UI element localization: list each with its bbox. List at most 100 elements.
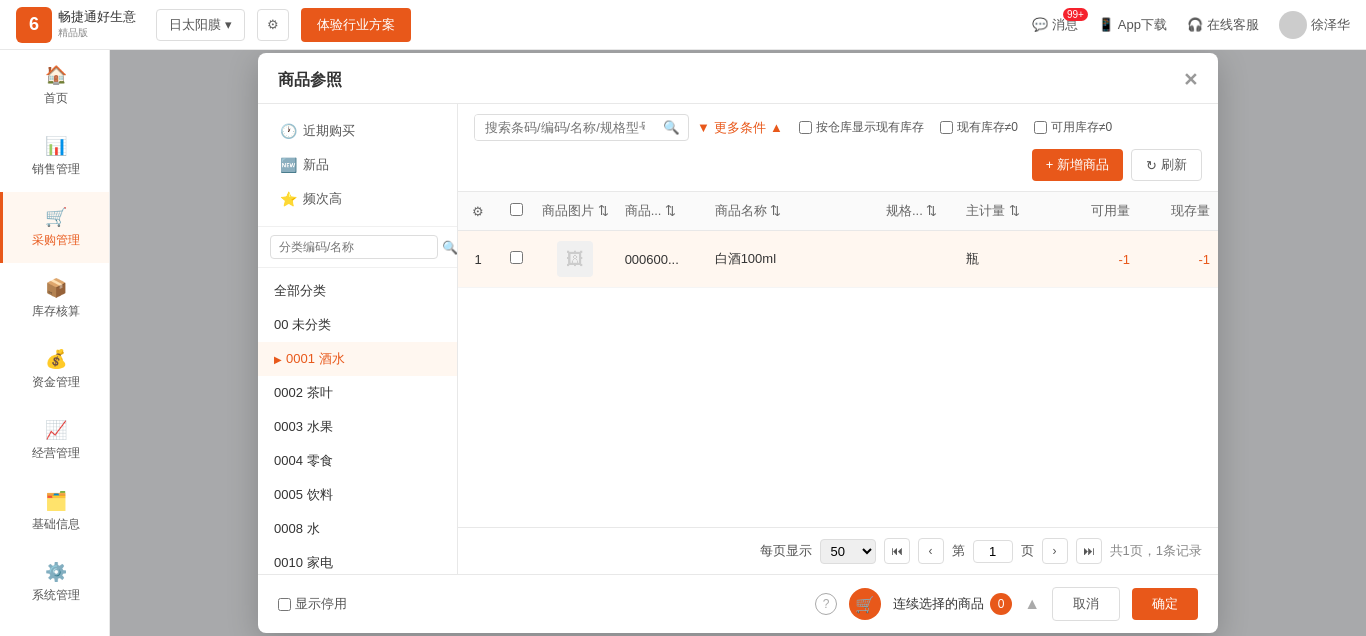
sidebar-item-basic-info[interactable]: 🗂️ 基础信息	[0, 476, 109, 547]
refresh-label: 刷新	[1161, 156, 1187, 174]
cell-unit: 瓶	[958, 231, 1038, 288]
sidebar-item-purchase[interactable]: 🛒 采购管理	[0, 192, 109, 263]
sidebar-item-finance[interactable]: 💰 资金管理	[0, 334, 109, 405]
cell-spec	[878, 231, 958, 288]
sidebar-item-sales[interactable]: 📊 销售管理	[0, 121, 109, 192]
th-image[interactable]: 商品图片 ⇅	[534, 192, 617, 231]
page-number-input[interactable]	[973, 540, 1013, 563]
th-stock[interactable]: 现存量	[1138, 192, 1218, 231]
th-code-label: 商品...	[625, 203, 662, 218]
checkbox-current-stock[interactable]: 现有库存≠0	[940, 119, 1018, 136]
sidebar-label-business: 经营管理	[32, 445, 80, 462]
th-unit[interactable]: 主计量 ⇅	[958, 192, 1038, 231]
product-search-button[interactable]: 🔍	[655, 115, 688, 140]
cell-stock: -1	[1138, 231, 1218, 288]
add-product-button[interactable]: + 新增商品	[1032, 149, 1123, 181]
first-page-button[interactable]: ⏮	[884, 538, 910, 564]
chevron-down-icon: ▾	[225, 17, 232, 32]
th-spec[interactable]: 规格... ⇅	[878, 192, 958, 231]
business-icon: 📈	[45, 419, 67, 441]
sidebar-item-system[interactable]: ⚙️ 系统管理	[0, 547, 109, 618]
quick-item-new-label: 新品	[303, 156, 329, 174]
cat-item-water[interactable]: 0008 水	[258, 512, 457, 546]
sidebar-label-basic-info: 基础信息	[32, 516, 80, 533]
row-checkbox[interactable]	[510, 251, 523, 264]
cat-item-uncategorized[interactable]: 00 未分类	[258, 308, 457, 342]
select-all-checkbox[interactable]	[510, 203, 523, 216]
cancel-button[interactable]: 取消	[1052, 587, 1120, 621]
quick-item-new[interactable]: 🆕 新品	[268, 148, 447, 182]
sidebar-item-business[interactable]: 📈 经营管理	[0, 405, 109, 476]
filter-icon: ▼	[697, 120, 710, 135]
product-image: 🖼	[557, 241, 593, 277]
quick-item-frequent[interactable]: ⭐ 频次高	[268, 182, 447, 216]
cat-item-water-label: 0008 水	[274, 521, 320, 536]
messages-badge: 99+	[1063, 8, 1088, 21]
toolbar-right: + 新增商品 ↻ 刷新	[1032, 149, 1202, 181]
chevron-up-icon: ▲	[770, 120, 783, 135]
modal-close-button[interactable]: ✕	[1183, 69, 1198, 91]
cat-item-uncategorized-label: 00 未分类	[274, 317, 331, 332]
show-disabled-checkbox[interactable]	[278, 598, 291, 611]
sidebar-label-system: 系统管理	[32, 587, 80, 604]
cat-item-drink[interactable]: 0005 饮料	[258, 478, 457, 512]
cell-check[interactable]	[498, 231, 534, 288]
filter-button[interactable]: ▼ 更多条件 ▲	[697, 119, 783, 137]
sidebar-item-home[interactable]: 🏠 首页	[0, 50, 109, 121]
th-check[interactable]	[498, 192, 534, 231]
product-toolbar: 🔍 ▼ 更多条件 ▲ 按仓库显示现有库存	[458, 104, 1218, 192]
product-search-input[interactable]	[475, 115, 655, 140]
next-page-button[interactable]: ›	[1042, 538, 1068, 564]
sidebar-item-collab[interactable]: 🤝 企业协同	[0, 618, 109, 636]
sidebar: 🏠 首页 📊 销售管理 🛒 采购管理 📦 库存核算 💰 资金管理 📈 经营管理 …	[0, 50, 110, 636]
cat-item-appliance-label: 0010 家电	[274, 555, 333, 570]
help-button[interactable]: ?	[815, 593, 837, 615]
online-service-label: 在线客服	[1207, 16, 1259, 34]
cat-item-tea[interactable]: 0002 茶叶	[258, 376, 457, 410]
avatar	[1279, 11, 1307, 39]
cat-item-all[interactable]: 全部分类	[258, 274, 457, 308]
quick-access-section: 🕐 近期购买 🆕 新品 ⭐ 频次高	[258, 104, 457, 227]
show-disabled-label[interactable]: 显示停用	[278, 595, 347, 613]
search-icon[interactable]: 🔍	[442, 240, 458, 255]
online-service-nav-item[interactable]: 🎧 在线客服	[1187, 16, 1259, 34]
refresh-button[interactable]: ↻ 刷新	[1131, 149, 1202, 181]
app-download-nav-item[interactable]: 📱 App下载	[1098, 16, 1167, 34]
th-settings[interactable]: ⚙	[458, 192, 498, 231]
messages-nav-item[interactable]: 💬 消息 99+	[1032, 16, 1078, 34]
user-nav-item[interactable]: 徐泽华	[1279, 11, 1350, 39]
confirm-button[interactable]: 确定	[1132, 588, 1198, 620]
checkbox-available-stock[interactable]: 可用库存≠0	[1034, 119, 1112, 136]
cat-item-liquor[interactable]: ▶ 0001 酒水	[258, 342, 457, 376]
prev-page-button[interactable]: ‹	[918, 538, 944, 564]
th-code[interactable]: 商品... ⇅	[617, 192, 707, 231]
basic-info-icon: 🗂️	[45, 490, 67, 512]
store-dropdown[interactable]: 日太阳膜 ▾	[156, 9, 245, 41]
trial-button[interactable]: 体验行业方案	[301, 8, 411, 42]
right-panel: 🔍 ▼ 更多条件 ▲ 按仓库显示现有库存	[458, 104, 1218, 574]
checkbox-warehouse-input[interactable]	[799, 121, 812, 134]
cat-item-snack[interactable]: 0004 零食	[258, 444, 457, 478]
cell-img: 🖼	[534, 231, 617, 288]
cart-button[interactable]: 🛒	[849, 588, 881, 620]
page-size-select[interactable]: 50 10 20 100	[820, 539, 876, 564]
cat-item-drink-label: 0005 饮料	[274, 487, 333, 502]
th-available[interactable]: 可用量	[1038, 192, 1138, 231]
last-page-button[interactable]: ⏭	[1076, 538, 1102, 564]
table-row[interactable]: 1 🖼 000600... 白酒100ml	[458, 231, 1218, 288]
modal-header: 商品参照 ✕	[258, 53, 1218, 104]
collapse-footer-button[interactable]: ▲	[1024, 595, 1040, 613]
quick-item-recent[interactable]: 🕐 近期购买	[268, 114, 447, 148]
cat-item-fruit[interactable]: 0003 水果	[258, 410, 457, 444]
settings-icon[interactable]: ⚙	[257, 9, 289, 41]
th-unit-sort-icon: ⇅	[1009, 203, 1020, 218]
th-name[interactable]: 商品名称 ⇅	[707, 192, 878, 231]
checkbox-available-stock-input[interactable]	[1034, 121, 1047, 134]
checkbox-current-stock-input[interactable]	[940, 121, 953, 134]
system-icon: ⚙️	[45, 561, 67, 583]
cat-item-appliance[interactable]: 0010 家电	[258, 546, 457, 574]
category-search-input[interactable]	[270, 235, 438, 259]
sidebar-item-inventory[interactable]: 📦 库存核算	[0, 263, 109, 334]
checkbox-warehouse[interactable]: 按仓库显示现有库存	[799, 119, 924, 136]
home-icon: 🏠	[45, 64, 67, 86]
